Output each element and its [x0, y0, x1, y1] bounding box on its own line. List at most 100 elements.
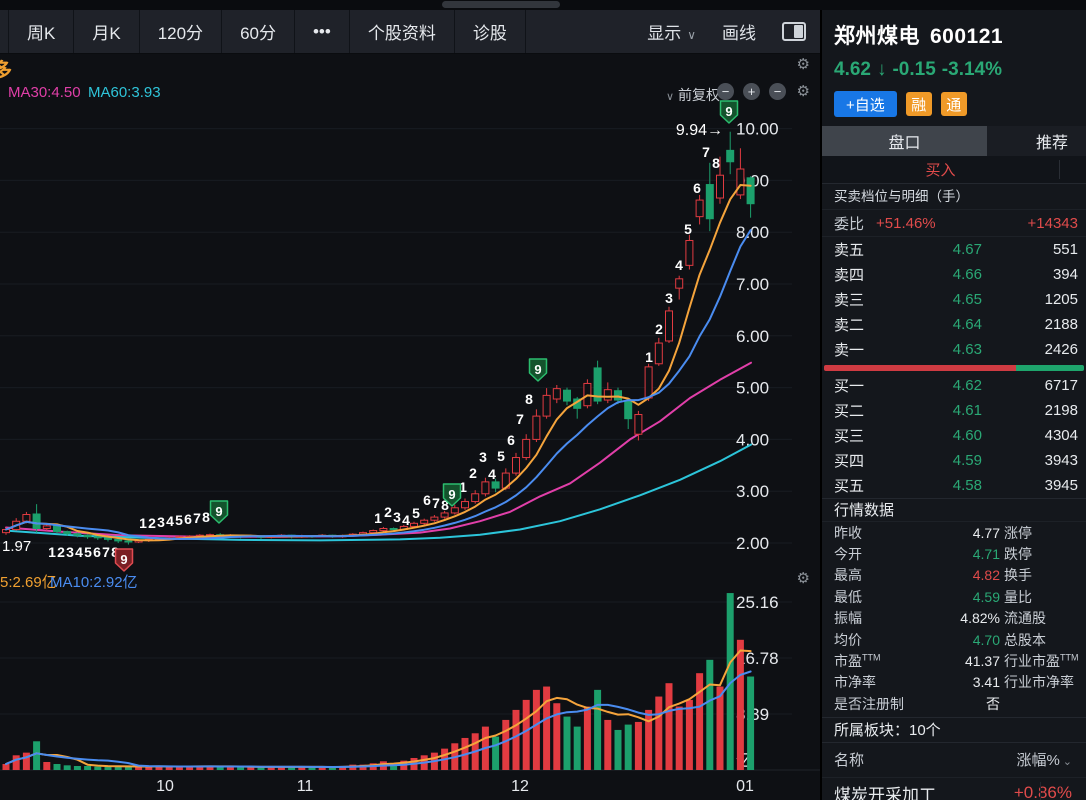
svg-text:7.00: 7.00: [736, 275, 769, 294]
depth-green-bar: [1016, 364, 1084, 371]
svg-text:6: 6: [507, 432, 515, 448]
stock-code: 600121: [930, 25, 1004, 48]
down-arrow-icon: ↓: [876, 59, 887, 80]
svg-text:7: 7: [432, 495, 440, 511]
svg-text:6: 6: [93, 544, 101, 560]
svg-text:6: 6: [693, 180, 701, 196]
margin-badge[interactable]: 融: [905, 92, 932, 116]
svg-text:6.00: 6.00: [736, 327, 769, 346]
buy-tab[interactable]: 买入: [822, 159, 1059, 180]
ask-row-4[interactable]: 卖二 4.64 2188: [822, 312, 1086, 337]
svg-text:4: 4: [75, 544, 83, 560]
svg-text:10.00: 10.00: [736, 120, 779, 139]
svg-text:5: 5: [412, 505, 420, 521]
svg-text:01: 01: [736, 778, 754, 795]
bid-row-5[interactable]: 买五 4.58 3945: [822, 473, 1086, 498]
tab-tuijian[interactable]: 推荐: [987, 126, 1086, 156]
quote-info-row-2: 今开 4.71 跌停: [834, 546, 1032, 563]
price-change: -0.15: [892, 59, 936, 80]
quote-info-row-1: 昨收 4.77 涨停: [834, 524, 1032, 541]
svg-text:3: 3: [66, 544, 74, 560]
svg-text:25.16: 25.16: [736, 593, 779, 612]
svg-text:1: 1: [374, 510, 382, 526]
svg-text:2: 2: [57, 544, 65, 560]
svg-text:5: 5: [684, 221, 692, 237]
svg-text:5: 5: [175, 512, 183, 528]
svg-text:6: 6: [423, 492, 431, 508]
ask-row-2[interactable]: 卖四 4.66 394: [822, 262, 1086, 287]
svg-text:7: 7: [102, 544, 110, 560]
quote-info-row-7: 市盈TTM 41.37 行业市盈TTM: [834, 652, 1079, 670]
svg-text:9: 9: [215, 504, 222, 519]
svg-text:9: 9: [120, 552, 127, 567]
red-nine-shield-badge: 9: [114, 548, 134, 572]
svg-text:4: 4: [402, 512, 410, 528]
quote-info-row-8: 市净率 3.41 行业市净率: [834, 674, 1074, 691]
svg-text:1: 1: [139, 515, 147, 531]
green-nine-shield-badge: 9: [209, 500, 229, 524]
quote-info-rows: 昨收 4.77 涨停 今开 4.71 跌停 最高 4.82 换手 最低 4.59 量比 振幅 4.82% 流…: [822, 522, 1086, 715]
sector-rows: 煤炭开采加工 +0.86%: [822, 776, 1086, 800]
weibi-value: +51.46%: [876, 214, 936, 232]
price-line: 4.62 ↓ -0.15 -3.14%: [834, 59, 1074, 81]
svg-text:6: 6: [184, 511, 192, 527]
ask-row-3[interactable]: 卖三 4.65 1205: [822, 287, 1086, 312]
svg-text:5: 5: [497, 448, 505, 464]
svg-text:2: 2: [655, 321, 663, 337]
svg-text:2.00: 2.00: [736, 534, 769, 553]
weibi-diff: +14343: [1027, 214, 1078, 232]
bid-rows: 买一 4.62 6717 买二 4.61 2198 买三 4.60 4304 买四 4.59 3943…: [822, 373, 1086, 498]
tab-pankou[interactable]: 盘口: [822, 126, 987, 156]
connect-badge[interactable]: 通: [940, 92, 967, 116]
svg-text:9: 9: [725, 104, 732, 119]
svg-text:2: 2: [384, 504, 392, 520]
quote-info-title: 行情数据: [822, 498, 1086, 522]
bid-row-1[interactable]: 买一 4.62 6717: [822, 373, 1086, 398]
svg-text:4.00: 4.00: [736, 430, 769, 449]
order-book-title: 买卖档位与明细（手）: [822, 184, 1086, 210]
depth-bar: [822, 362, 1086, 373]
quote-info-row-9: 是否注册制否: [834, 695, 1000, 712]
quote-info-row-4: 最低 4.59 量比: [834, 588, 1032, 605]
svg-text:3: 3: [157, 514, 165, 530]
svg-text:3: 3: [665, 290, 673, 306]
svg-text:9.94→: 9.94→: [676, 122, 723, 139]
svg-text:4: 4: [488, 466, 496, 482]
svg-text:7: 7: [516, 411, 524, 427]
last-price: 4.62: [834, 59, 871, 80]
stock-name: 郑州煤电 600121: [834, 25, 1004, 48]
svg-text:9: 9: [448, 487, 455, 502]
trade-subtabs: 买入: [822, 156, 1086, 184]
price-change-pct: -3.14%: [941, 59, 1002, 80]
sector-row-1[interactable]: 煤炭开采加工 +0.86%: [822, 776, 1086, 800]
svg-text:2: 2: [469, 465, 477, 481]
svg-text:12: 12: [511, 778, 529, 795]
svg-text:1.97: 1.97: [2, 538, 31, 555]
kline-chart[interactable]: 10.009.008.007.006.005.004.003.002.0025.…: [0, 0, 820, 800]
svg-text:8: 8: [525, 391, 533, 407]
ask-rows: 卖五 4.67 551 卖四 4.66 394 卖三 4.65 1205 卖二 4.64 2188 卖一…: [822, 237, 1086, 362]
bid-row-3[interactable]: 买三 4.60 4304: [822, 423, 1086, 448]
add-watchlist-button[interactable]: +自选: [834, 91, 897, 117]
svg-text:8.00: 8.00: [736, 223, 769, 242]
sector-sort-change[interactable]: 涨幅% ⌄: [1016, 749, 1072, 770]
bid-row-2[interactable]: 买二 4.61 2198: [822, 398, 1086, 423]
quote-info-row-5: 振幅 4.82% 流通股: [834, 610, 1046, 627]
sector-section-title: 所属板块：10个: [822, 716, 1086, 743]
svg-text:4: 4: [675, 257, 683, 273]
panel-tabs: 盘口 推荐: [822, 126, 1086, 156]
sector-col-name: 名称: [834, 752, 865, 770]
ask-row-1[interactable]: 卖五 4.67 551: [822, 237, 1086, 262]
depth-red-bar: [824, 364, 1017, 371]
ask-row-5[interactable]: 卖一 4.63 2426: [822, 337, 1086, 362]
svg-text:1: 1: [48, 544, 56, 560]
svg-text:5: 5: [84, 544, 92, 560]
green-nine-shield-badge: 9: [528, 358, 548, 382]
bid-row-4[interactable]: 买四 4.59 3943: [822, 448, 1086, 473]
svg-text:10: 10: [156, 778, 174, 795]
green-nine-shield-badge: 9: [719, 100, 739, 124]
chevron-down-icon: ⌄: [1062, 756, 1072, 769]
svg-text:9: 9: [534, 362, 541, 377]
svg-text:4: 4: [166, 513, 174, 529]
svg-text:11: 11: [297, 778, 314, 795]
